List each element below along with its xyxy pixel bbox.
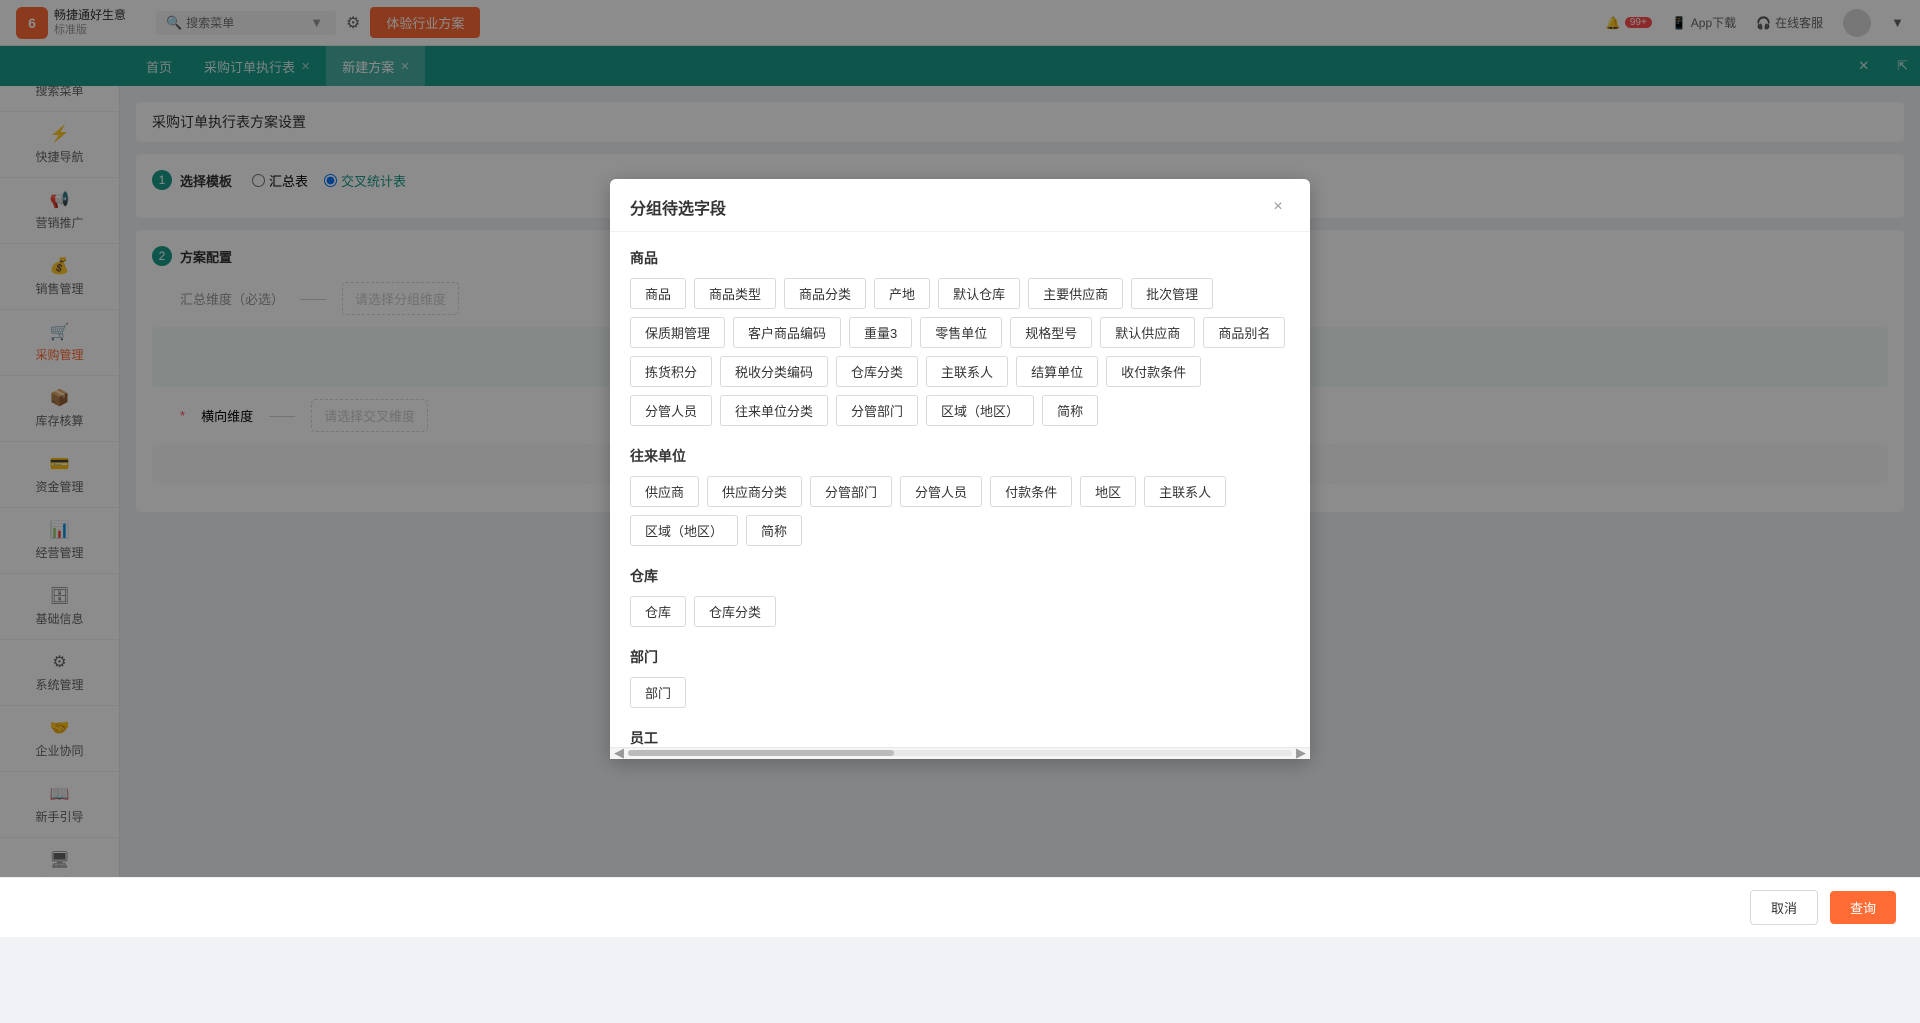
tag-warehouse-category[interactable]: 仓库分类 xyxy=(836,356,918,387)
scrollbar-track xyxy=(628,750,1292,756)
tag-batch-manage[interactable]: 批次管理 xyxy=(1131,278,1213,309)
tag-main-contact[interactable]: 主联系人 xyxy=(926,356,1008,387)
tag-supplier-category[interactable]: 供应商分类 xyxy=(707,476,802,507)
tag-tax-code[interactable]: 税收分类编码 xyxy=(720,356,828,387)
modal-close-button[interactable]: × xyxy=(1266,195,1290,219)
party-field-tags: 供应商 供应商分类 分管部门 分管人员 付款条件 地区 主联系人 区域（地区） … xyxy=(630,476,1290,546)
tag-settlement-unit[interactable]: 结算单位 xyxy=(1016,356,1098,387)
tag-dept-manager[interactable]: 分管人员 xyxy=(630,395,712,426)
tag-party-contact[interactable]: 主联系人 xyxy=(1144,476,1226,507)
tag-warehouse-cat[interactable]: 仓库分类 xyxy=(694,596,776,627)
tag-supplier[interactable]: 供应商 xyxy=(630,476,699,507)
section-employee: 员工 业务员 xyxy=(630,728,1290,747)
tag-party-short[interactable]: 简称 xyxy=(746,515,802,546)
tag-origin[interactable]: 产地 xyxy=(874,278,930,309)
modal-title: 分组待选字段 xyxy=(630,195,726,219)
goods-field-tags: 商品 商品类型 商品分类 产地 默认仓库 主要供应商 批次管理 保质期管理 客户… xyxy=(630,278,1290,426)
tag-weight3[interactable]: 重量3 xyxy=(849,317,912,348)
tag-dept-manage[interactable]: 分管部门 xyxy=(836,395,918,426)
section-goods-title: 商品 xyxy=(630,248,1290,268)
confirm-button[interactable]: 查询 xyxy=(1830,891,1896,924)
modal-body[interactable]: 商品 商品 商品类型 商品分类 产地 默认仓库 主要供应商 批次管理 保质期管理… xyxy=(610,232,1310,747)
tag-payment-terms[interactable]: 收付款条件 xyxy=(1106,356,1201,387)
tag-region[interactable]: 区域（地区） xyxy=(926,395,1034,426)
tag-party-payment[interactable]: 付款条件 xyxy=(990,476,1072,507)
section-party: 往来单位 供应商 供应商分类 分管部门 分管人员 付款条件 地区 主联系人 区域… xyxy=(630,446,1290,546)
section-dept: 部门 部门 xyxy=(630,647,1290,708)
modal-overlay[interactable]: 分组待选字段 × 商品 商品 商品类型 商品分类 产地 默认仓库 主要供应商 批… xyxy=(0,0,1920,937)
tag-warehouse[interactable]: 仓库 xyxy=(630,596,686,627)
section-warehouse-title: 仓库 xyxy=(630,566,1290,586)
tag-shelf-life[interactable]: 保质期管理 xyxy=(630,317,725,348)
modal-scrollbar[interactable]: ◀ ▶ xyxy=(610,747,1310,759)
tag-short-name[interactable]: 简称 xyxy=(1042,395,1098,426)
tag-party-category[interactable]: 往来单位分类 xyxy=(720,395,828,426)
tag-retail-unit[interactable]: 零售单位 xyxy=(920,317,1002,348)
tag-goods-category[interactable]: 商品分类 xyxy=(784,278,866,309)
tag-default-supplier[interactable]: 默认供应商 xyxy=(1100,317,1195,348)
scroll-right-icon[interactable]: ▶ xyxy=(1296,745,1306,761)
tag-pick-points[interactable]: 拣货积分 xyxy=(630,356,712,387)
tag-spec-model[interactable]: 规格型号 xyxy=(1010,317,1092,348)
tag-dept[interactable]: 部门 xyxy=(630,677,686,708)
dept-field-tags: 部门 xyxy=(630,677,1290,708)
modal-header: 分组待选字段 × xyxy=(610,179,1310,232)
cancel-button[interactable]: 取消 xyxy=(1750,890,1818,925)
tag-goods-type[interactable]: 商品类型 xyxy=(694,278,776,309)
tag-default-warehouse[interactable]: 默认仓库 xyxy=(938,278,1020,309)
section-employee-title: 员工 xyxy=(630,728,1290,747)
tag-goods[interactable]: 商品 xyxy=(630,278,686,309)
field-select-modal: 分组待选字段 × 商品 商品 商品类型 商品分类 产地 默认仓库 主要供应商 批… xyxy=(610,179,1310,759)
tag-goods-alias[interactable]: 商品别名 xyxy=(1203,317,1285,348)
scrollbar-thumb xyxy=(628,750,894,756)
page-footer: 取消 查询 xyxy=(0,877,1920,937)
section-warehouse: 仓库 仓库 仓库分类 xyxy=(630,566,1290,627)
tag-party-dept[interactable]: 分管部门 xyxy=(810,476,892,507)
warehouse-field-tags: 仓库 仓库分类 xyxy=(630,596,1290,627)
tag-customer-code[interactable]: 客户商品编码 xyxy=(733,317,841,348)
tag-party-region[interactable]: 区域（地区） xyxy=(630,515,738,546)
section-party-title: 往来单位 xyxy=(630,446,1290,466)
section-dept-title: 部门 xyxy=(630,647,1290,667)
tag-party-area[interactable]: 地区 xyxy=(1080,476,1136,507)
tag-main-supplier[interactable]: 主要供应商 xyxy=(1028,278,1123,309)
section-goods: 商品 商品 商品类型 商品分类 产地 默认仓库 主要供应商 批次管理 保质期管理… xyxy=(630,248,1290,426)
tag-party-person[interactable]: 分管人员 xyxy=(900,476,982,507)
scroll-left-icon[interactable]: ◀ xyxy=(614,745,624,761)
